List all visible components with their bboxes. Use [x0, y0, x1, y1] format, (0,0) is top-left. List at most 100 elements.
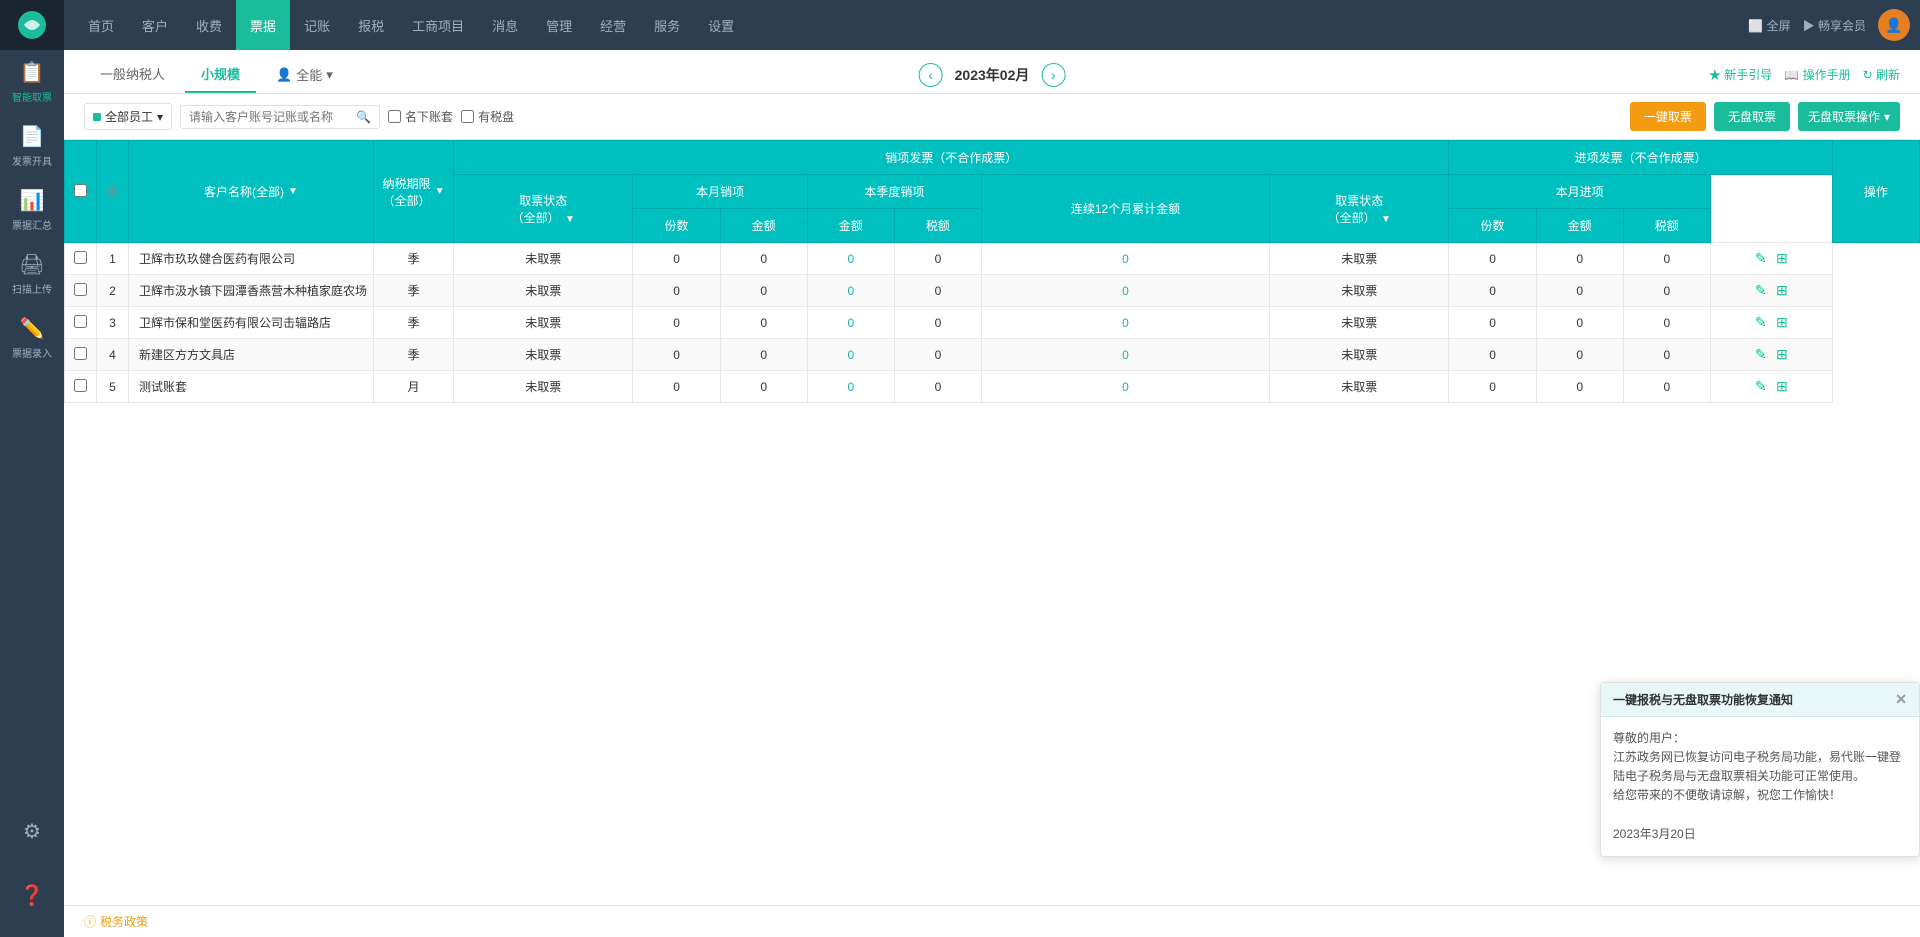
tab-all[interactable]: 👤 全能 ▾	[260, 57, 349, 92]
sidebar-item-scan-upload[interactable]: 🖨 扫描上传	[0, 242, 64, 306]
cumulative-link-4[interactable]: 0	[1122, 380, 1129, 394]
view-icon-4[interactable]: ⊞	[1776, 378, 1788, 394]
row-quarter-sales-amount-cell: 0	[807, 243, 894, 275]
employee-select[interactable]: 全部员工 ▾	[84, 103, 172, 130]
row-checkbox-cell[interactable]	[65, 339, 97, 371]
table-settings-icon[interactable]: ⚙	[106, 183, 119, 199]
edit-icon-3[interactable]: ✎	[1755, 346, 1767, 362]
row-cumulative-12m-cell: 0	[981, 371, 1269, 403]
topnav-manage[interactable]: 管理	[532, 0, 586, 50]
quarter-sales-link-3[interactable]: 0	[847, 348, 854, 362]
notification-close-button[interactable]: ✕	[1895, 691, 1907, 708]
quarter-sales-link-1[interactable]: 0	[847, 284, 854, 298]
one-click-fetch-button[interactable]: 一键取票	[1630, 102, 1706, 131]
sub-account-checkbox[interactable]	[388, 110, 401, 123]
edit-icon-4[interactable]: ✎	[1755, 378, 1767, 394]
no-disk-ops-button[interactable]: 无盘取票操作 ▾	[1798, 102, 1900, 131]
edit-icon-2[interactable]: ✎	[1755, 314, 1767, 330]
cumulative-link-3[interactable]: 0	[1122, 348, 1129, 362]
view-icon-2[interactable]: ⊞	[1776, 314, 1788, 330]
topnav-business[interactable]: 工商项目	[398, 0, 478, 50]
row-month-sales-shares-cell: 0	[633, 275, 720, 307]
row-month-sales-amount-cell: 0	[720, 339, 807, 371]
sidebar-item-help[interactable]: ❓	[0, 863, 64, 927]
row-checkbox-3[interactable]	[74, 347, 87, 360]
sidebar-item-invoice-entry[interactable]: ✏️ 票据录入	[0, 306, 64, 370]
row-checkbox-1[interactable]	[74, 283, 87, 296]
quarter-sales-link-4[interactable]: 0	[847, 380, 854, 394]
view-icon-1[interactable]: ⊞	[1776, 282, 1788, 298]
cumulative-link-1[interactable]: 0	[1122, 284, 1129, 298]
sidebar-item-invoice-summary[interactable]: 📊 票据汇总	[0, 178, 64, 242]
col-header-input-invoice: 进项发票（不合作成票）	[1449, 141, 1832, 175]
manual-button[interactable]: 📖 操作手册	[1784, 66, 1850, 83]
table-row: 5 测试账套 月 未取票 0 0 0 0 0 未取票 0 0 0 ✎ ⊞	[65, 371, 1920, 403]
search-input[interactable]	[189, 110, 356, 124]
row-month-input-amount-cell: 0	[1536, 275, 1623, 307]
table-row: 3 卫辉市保和堂医药有限公司击辐路店 季 未取票 0 0 0 0 0 未取票 0…	[65, 307, 1920, 339]
search-icon[interactable]: 🔍	[356, 110, 371, 124]
has-tax-checkbox-label[interactable]: 有税盘	[461, 108, 514, 125]
row-checkbox-cell[interactable]	[65, 371, 97, 403]
no-disk-fetch-button[interactable]: 无盘取票	[1714, 102, 1790, 131]
row-action-cell: ✎ ⊞	[1710, 339, 1832, 371]
date-next-button[interactable]: ›	[1041, 63, 1065, 87]
topnav-billing[interactable]: 收费	[182, 0, 236, 50]
topnav-settings[interactable]: 设置	[694, 0, 748, 50]
tab-small[interactable]: 小规模	[185, 56, 256, 93]
col-header-fetch-status-sales: 取票状态（全部） ▼	[454, 175, 633, 243]
sidebar-logo	[0, 0, 64, 50]
topnav-accounting[interactable]: 记账	[290, 0, 344, 50]
smart-fetch-icon: 📋	[20, 60, 45, 85]
topnav-service[interactable]: 服务	[640, 0, 694, 50]
bottom-bar: ⓘ 税务政策	[64, 905, 1920, 937]
row-cumulative-12m-cell: 0	[981, 307, 1269, 339]
view-icon-0[interactable]: ⊞	[1776, 250, 1788, 266]
edit-icon-0[interactable]: ✎	[1755, 250, 1767, 266]
topnav-tax[interactable]: 报税	[344, 0, 398, 50]
date-prev-button[interactable]: ‹	[919, 63, 943, 87]
sidebar-item-invoice-open[interactable]: 📄 发票开具	[0, 114, 64, 178]
sidebar-item-smart-fetch[interactable]: 📋 智能取票	[0, 50, 64, 114]
sidebar-item-settings[interactable]: ⚙	[0, 799, 64, 863]
cumulative-link-2[interactable]: 0	[1122, 316, 1129, 330]
topnav-home[interactable]: 首页	[74, 0, 128, 50]
fetch-status-sales-filter-icon[interactable]: ▼	[565, 214, 575, 225]
topnav-message[interactable]: 消息	[478, 0, 532, 50]
col-header-quarter-sales-tax: 税额	[894, 209, 981, 243]
row-checkbox-cell[interactable]	[65, 243, 97, 275]
row-tax-period-cell: 季	[374, 275, 454, 307]
row-checkbox-cell[interactable]	[65, 275, 97, 307]
cumulative-link-0[interactable]: 0	[1122, 252, 1129, 266]
user-avatar[interactable]: 👤	[1878, 9, 1910, 41]
row-checkbox-2[interactable]	[74, 315, 87, 328]
quarter-sales-link-0[interactable]: 0	[847, 252, 854, 266]
row-checkbox-4[interactable]	[74, 379, 87, 392]
tax-period-filter-icon[interactable]: ▼	[435, 186, 445, 197]
edit-icon-1[interactable]: ✎	[1755, 282, 1767, 298]
sidebar-item-label-invoice-open: 发票开具	[12, 153, 52, 168]
tab-general[interactable]: 一般纳税人	[84, 56, 181, 93]
employee-chevron-icon: ▾	[157, 110, 163, 124]
has-tax-checkbox[interactable]	[461, 110, 474, 123]
row-checkbox-0[interactable]	[74, 251, 87, 264]
topnav-operation[interactable]: 经营	[586, 0, 640, 50]
client-filter-icon[interactable]: ▼	[288, 186, 298, 197]
tax-policy-link[interactable]: ⓘ 税务政策	[84, 913, 148, 930]
row-checkbox-cell[interactable]	[65, 307, 97, 339]
topnav-right: ⬜ 全屏 ▶ 畅享会员 👤	[1748, 9, 1910, 41]
select-all-checkbox[interactable]	[74, 184, 87, 197]
newbie-guide-button[interactable]: ★ 新手引导	[1709, 66, 1772, 83]
settings-bottom-icon: ⚙	[23, 819, 41, 844]
fetch-status-input-filter-icon[interactable]: ▼	[1381, 214, 1391, 225]
refresh-button[interactable]: ↻ 刷新	[1863, 66, 1900, 83]
sub-account-checkbox-label[interactable]: 名下账套	[388, 108, 453, 125]
fullscreen-button[interactable]: ⬜ 全屏	[1748, 17, 1790, 34]
row-quarter-sales-amount-cell: 0	[807, 371, 894, 403]
row-action-cell: ✎ ⊞	[1710, 243, 1832, 275]
view-icon-3[interactable]: ⊞	[1776, 346, 1788, 362]
topnav-client[interactable]: 客户	[128, 0, 182, 50]
quarter-sales-link-2[interactable]: 0	[847, 316, 854, 330]
topnav-invoice[interactable]: 票据	[236, 0, 290, 50]
member-button[interactable]: ▶ 畅享会员	[1803, 17, 1866, 34]
